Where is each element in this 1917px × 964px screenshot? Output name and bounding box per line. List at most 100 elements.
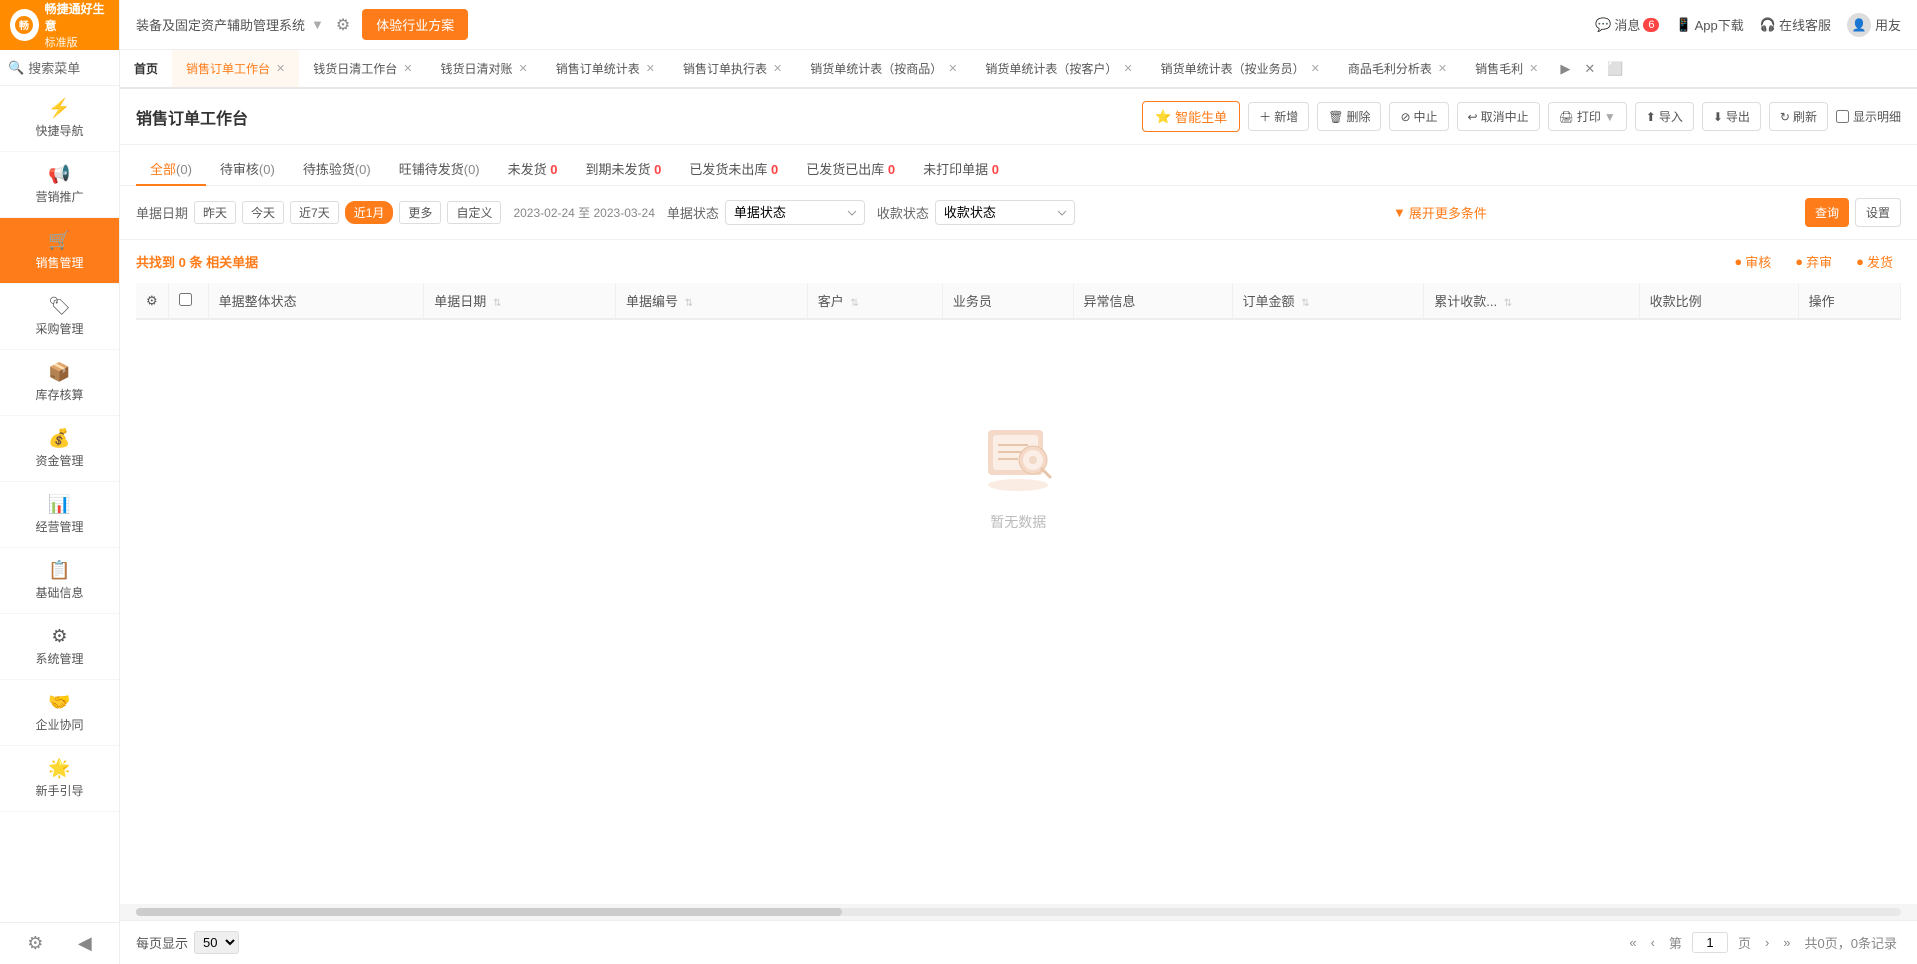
sort-date-icon[interactable]: ⇅	[493, 298, 501, 309]
subtab-pending-check[interactable]: 待拣验货(0)	[289, 153, 385, 186]
sidebar-item-finance[interactable]: 💰 资金管理	[0, 416, 119, 482]
tab-close-sales-exec[interactable]: ✕	[773, 62, 782, 75]
smart-btn[interactable]: ⭐ 智能生单	[1142, 101, 1240, 132]
date-more[interactable]: 更多	[399, 201, 441, 224]
cancel-stop-btn[interactable]: ↩ 取消中止	[1457, 102, 1540, 131]
tab-sales-workbench[interactable]: 销售订单工作台 ✕	[172, 50, 299, 89]
th-amount[interactable]: 订单金额 ⇅	[1232, 283, 1424, 319]
sidebar-item-sales[interactable]: 🛒 销售管理	[0, 218, 119, 284]
tab-close-all[interactable]: ⬜	[1601, 51, 1629, 87]
th-number[interactable]: 单据编号 ⇅	[616, 283, 808, 319]
tab-close-summary-customer[interactable]: ✕	[1123, 62, 1132, 75]
th-gear[interactable]: ⚙	[136, 283, 168, 319]
ship-btn[interactable]: ● 发货	[1848, 248, 1901, 275]
horizontal-scrollbar[interactable]	[120, 904, 1917, 920]
gear-icon[interactable]: ⚙	[336, 15, 350, 35]
sidebar-item-enterprise[interactable]: 🤝 企业协同	[0, 680, 119, 746]
tab-close-sales-more[interactable]: ✕	[1529, 62, 1538, 75]
tab-close-product-margin[interactable]: ✕	[1438, 62, 1447, 75]
tab-sales-exec[interactable]: 销售订单执行表 ✕	[669, 50, 796, 89]
tab-sales-stats[interactable]: 销售订单统计表 ✕	[542, 50, 669, 89]
tab-home[interactable]: 首页	[120, 50, 172, 89]
next-page-btn[interactable]: ›	[1761, 933, 1773, 952]
print-btn[interactable]: 🖨 打印 ▼	[1548, 102, 1627, 131]
tab-close-current[interactable]: ✕	[1578, 51, 1601, 87]
page-num-input[interactable]	[1692, 932, 1728, 953]
sidebar-item-inventory[interactable]: 📦 库存核算	[0, 350, 119, 416]
subtab-unshipped[interactable]: 未发货 0	[494, 153, 572, 186]
message-btn[interactable]: 💬 消息 6	[1595, 15, 1659, 34]
subtab-shipped-stored[interactable]: 已发货已出库 0	[792, 153, 909, 186]
first-page-btn[interactable]: «	[1625, 933, 1640, 952]
tab-close-sales-workbench[interactable]: ✕	[276, 62, 285, 75]
sidebar-item-operations[interactable]: 📊 经营管理	[0, 482, 119, 548]
last-page-btn[interactable]: »	[1779, 933, 1794, 952]
select-all-checkbox[interactable]	[179, 293, 192, 306]
stop-btn[interactable]: ⊘ 中止	[1389, 102, 1448, 131]
system-selector[interactable]: 装备及固定资产辅助管理系统 ▼	[136, 15, 324, 34]
th-date[interactable]: 单据日期 ⇅	[424, 283, 616, 319]
tab-cash-daily[interactable]: 钱货日清工作台 ✕	[299, 50, 426, 89]
expand-filter-btn[interactable]: ▼ 展开更多条件	[1393, 203, 1487, 222]
tab-sales-more[interactable]: 销售毛利 ✕	[1461, 50, 1552, 89]
show-detail-label[interactable]: 显示明细	[1836, 108, 1901, 125]
payment-select[interactable]: 收款状态	[935, 200, 1075, 225]
subtab-all[interactable]: 全部(0)	[136, 153, 206, 186]
sidebar-item-marketing[interactable]: 📢 营销推广	[0, 152, 119, 218]
sidebar-item-quick-nav[interactable]: ⚡ 快捷导航	[0, 86, 119, 152]
subtab-wangpu-ship[interactable]: 旺铺待发货(0)	[385, 153, 494, 186]
tab-close-summary-product[interactable]: ✕	[948, 62, 957, 75]
tab-cash-reconcile[interactable]: 钱货日清对账 ✕	[426, 50, 541, 89]
scroll-thumb[interactable]	[136, 908, 842, 916]
tab-sales-summary-customer[interactable]: 销货单统计表（按客户） ✕	[971, 50, 1146, 89]
settings-gear-icon[interactable]: ⚙	[27, 933, 43, 954]
reject-btn[interactable]: ● 弃审	[1787, 248, 1840, 275]
app-download-btn[interactable]: 📱 App下载	[1675, 15, 1743, 34]
export-btn[interactable]: ⬇ 导出	[1702, 102, 1761, 131]
subtab-unprinted[interactable]: 未打印单据 0	[909, 153, 1013, 186]
tab-sales-summary-product[interactable]: 销货单统计表（按商品） ✕	[796, 50, 971, 89]
online-service-btn[interactable]: 🎧 在线客服	[1760, 15, 1831, 34]
date-yesterday[interactable]: 昨天	[194, 201, 236, 224]
subtab-pending-review[interactable]: 待审核(0)	[206, 153, 289, 186]
review-btn[interactable]: ● 审核	[1726, 248, 1779, 275]
prev-page-btn[interactable]: ‹	[1647, 933, 1659, 952]
date-custom[interactable]: 自定义	[447, 201, 501, 224]
date-1month[interactable]: 近1月	[345, 201, 394, 224]
subtab-shipped-not-stored[interactable]: 已发货未出库 0	[675, 153, 792, 186]
subtab-overdue-unshipped[interactable]: 到期未发货 0	[571, 153, 675, 186]
th-customer[interactable]: 客户 ⇅	[807, 283, 942, 319]
sidebar-item-basics[interactable]: 📋 基础信息	[0, 548, 119, 614]
status-select[interactable]: 单据状态	[725, 200, 865, 225]
user-menu[interactable]: 👤 用友	[1847, 13, 1901, 37]
industry-btn[interactable]: 体验行业方案	[362, 9, 468, 40]
show-detail-checkbox[interactable]	[1836, 110, 1849, 123]
query-btn[interactable]: 查询	[1805, 198, 1849, 227]
tab-close-sales-stats[interactable]: ✕	[646, 62, 655, 75]
search-menu[interactable]: 🔍 搜索菜单	[0, 50, 119, 86]
tab-more-btn[interactable]: ▶	[1552, 51, 1578, 87]
sidebar-item-purchase[interactable]: 🏷 采购管理	[0, 284, 119, 350]
sort-customer-icon[interactable]: ⇅	[850, 298, 858, 309]
tab-close-cash-reconcile[interactable]: ✕	[519, 62, 528, 75]
tab-sales-summary-staff[interactable]: 销货单统计表（按业务员） ✕	[1147, 50, 1334, 89]
th-received[interactable]: 累计收款... ⇅	[1424, 283, 1639, 319]
delete-btn[interactable]: 🗑 删除	[1317, 102, 1381, 131]
sidebar-item-newbie[interactable]: 🌟 新手引导	[0, 746, 119, 812]
tab-product-margin[interactable]: 商品毛利分析表 ✕	[1334, 50, 1461, 89]
sidebar-item-system[interactable]: ⚙ 系统管理	[0, 614, 119, 680]
add-btn[interactable]: ＋ 新增	[1248, 102, 1309, 131]
th-checkbox[interactable]	[168, 283, 208, 319]
sort-received-icon[interactable]: ⇅	[1504, 298, 1512, 309]
sort-number-icon[interactable]: ⇅	[685, 298, 693, 309]
refresh-btn[interactable]: ↻ 刷新	[1769, 102, 1828, 131]
date-7days[interactable]: 近7天	[290, 201, 339, 224]
sort-amount-icon[interactable]: ⇅	[1301, 298, 1309, 309]
import-btn[interactable]: ⬆ 导入	[1635, 102, 1694, 131]
per-page-select[interactable]: 50	[194, 931, 239, 954]
collapse-icon[interactable]: ◀	[78, 933, 92, 954]
filter-settings-btn[interactable]: 设置	[1855, 198, 1901, 227]
tab-close-summary-staff[interactable]: ✕	[1311, 62, 1320, 75]
tab-close-cash-daily[interactable]: ✕	[403, 62, 412, 75]
date-today[interactable]: 今天	[242, 201, 284, 224]
